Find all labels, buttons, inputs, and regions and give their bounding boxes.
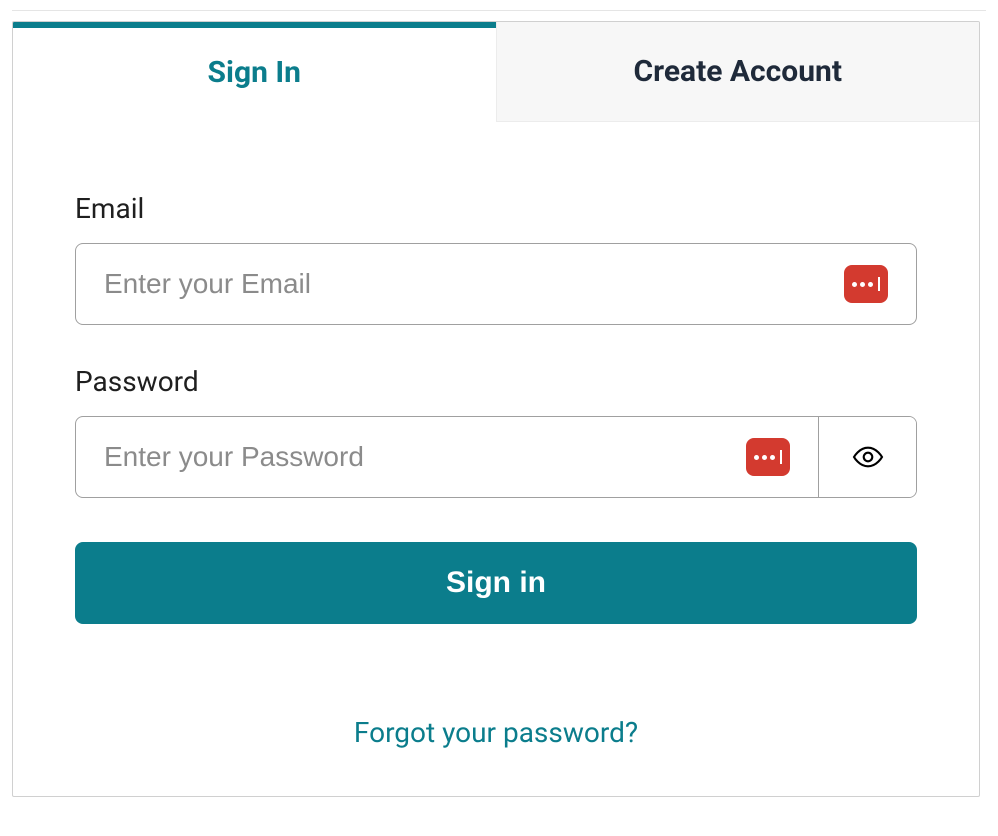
email-input-row bbox=[75, 243, 917, 325]
password-label: Password bbox=[75, 365, 917, 398]
password-input-inner bbox=[76, 438, 818, 476]
toggle-password-visibility[interactable] bbox=[818, 417, 916, 497]
tab-create-account-label: Create Account bbox=[633, 54, 842, 89]
password-input-row bbox=[75, 416, 917, 498]
sign-in-button[interactable]: Sign in bbox=[75, 542, 917, 624]
sign-in-button-label: Sign in bbox=[446, 566, 546, 599]
tab-sign-in-label: Sign In bbox=[208, 55, 301, 90]
sign-in-form: Email Password bbox=[13, 122, 979, 789]
tab-create-account[interactable]: Create Account bbox=[496, 22, 980, 122]
email-label: Email bbox=[75, 192, 917, 225]
email-field[interactable] bbox=[104, 268, 832, 300]
email-group: Email bbox=[75, 192, 917, 325]
forgot-password-label: Forgot your password? bbox=[354, 716, 638, 749]
tab-sign-in[interactable]: Sign In bbox=[13, 22, 496, 122]
password-manager-icon[interactable] bbox=[746, 438, 790, 476]
top-divider bbox=[12, 10, 986, 11]
auth-tabs: Sign In Create Account bbox=[13, 22, 979, 122]
password-field[interactable] bbox=[104, 441, 734, 473]
forgot-password-link[interactable]: Forgot your password? bbox=[75, 716, 917, 749]
password-group: Password bbox=[75, 365, 917, 498]
eye-icon bbox=[852, 441, 884, 473]
email-input-inner bbox=[76, 265, 916, 303]
password-manager-icon[interactable] bbox=[844, 265, 888, 303]
auth-card: Sign In Create Account Email bbox=[12, 21, 980, 797]
